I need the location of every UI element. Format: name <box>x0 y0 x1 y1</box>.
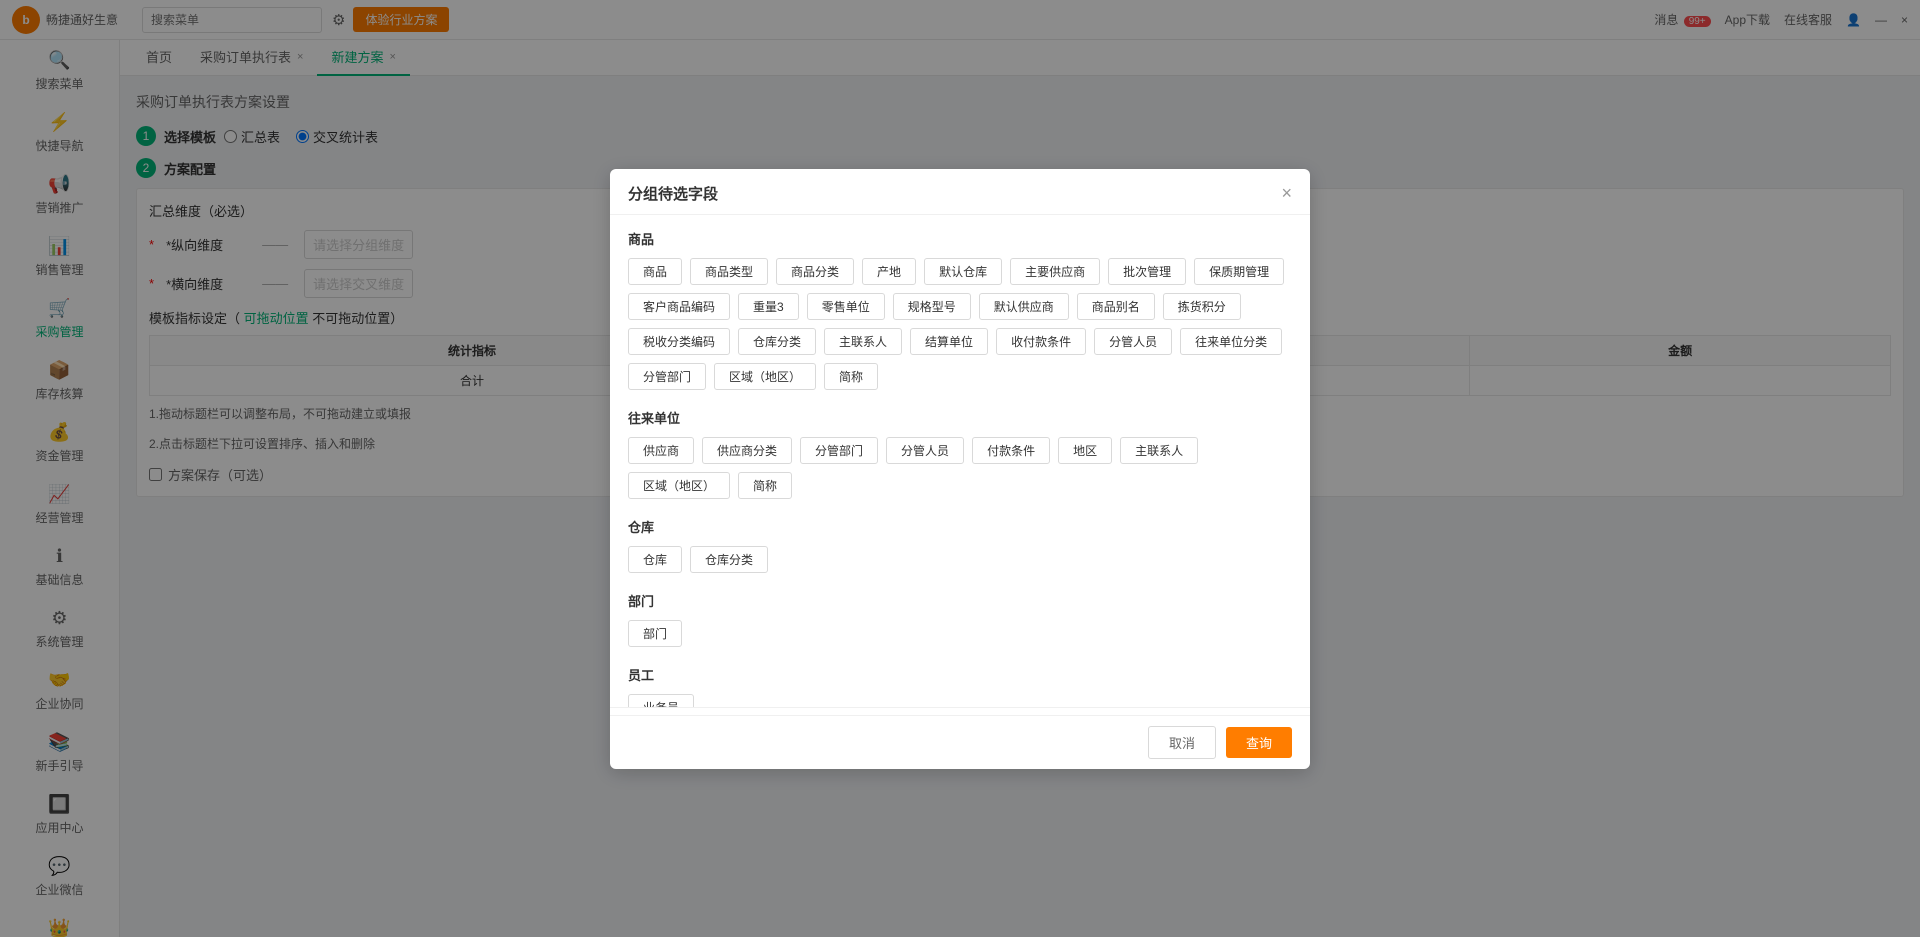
section-department-title: 部门 <box>628 591 1292 610</box>
tag-goods-4[interactable]: 默认仓库 <box>924 258 1002 285</box>
modal-footer: 取消 查询 <box>610 715 1310 769</box>
tag-goods-19[interactable]: 收付款条件 <box>996 328 1086 355</box>
tag-goods-21[interactable]: 往来单位分类 <box>1180 328 1282 355</box>
section-goods: 商品 商品 商品类型 商品分类 产地 默认仓库 主要供应商 批次管理 保质期管理… <box>628 229 1292 390</box>
tag-warehouse-0[interactable]: 仓库 <box>628 546 682 573</box>
tag-goods-18[interactable]: 结算单位 <box>910 328 988 355</box>
section-employee: 员工 业务员 <box>628 665 1292 707</box>
tag-goods-22[interactable]: 分管部门 <box>628 363 706 390</box>
tag-goods-20[interactable]: 分管人员 <box>1094 328 1172 355</box>
tag-goods-13[interactable]: 商品别名 <box>1077 293 1155 320</box>
tag-goods-8[interactable]: 客户商品编码 <box>628 293 730 320</box>
tag-goods-3[interactable]: 产地 <box>862 258 916 285</box>
tag-warehouse-1[interactable]: 仓库分类 <box>690 546 768 573</box>
modal-hscrollbar[interactable] <box>610 707 1310 715</box>
tag-goods-23[interactable]: 区域（地区） <box>714 363 816 390</box>
tag-goods-9[interactable]: 重量3 <box>738 293 799 320</box>
tag-goods-7[interactable]: 保质期管理 <box>1194 258 1284 285</box>
tag-goods-17[interactable]: 主联系人 <box>824 328 902 355</box>
tag-goods-24[interactable]: 简称 <box>824 363 878 390</box>
modal-hscroll-inner <box>610 708 1310 709</box>
section-partners-tags: 供应商 供应商分类 分管部门 分管人员 付款条件 地区 主联系人 区域（地区） … <box>628 437 1292 499</box>
tag-goods-12[interactable]: 默认供应商 <box>979 293 1069 320</box>
section-warehouse: 仓库 仓库 仓库分类 <box>628 517 1292 573</box>
tag-partner-7[interactable]: 区域（地区） <box>628 472 730 499</box>
tag-goods-1[interactable]: 商品类型 <box>690 258 768 285</box>
tag-partner-3[interactable]: 分管人员 <box>886 437 964 464</box>
tag-partner-0[interactable]: 供应商 <box>628 437 694 464</box>
tag-partner-8[interactable]: 简称 <box>738 472 792 499</box>
confirm-button[interactable]: 查询 <box>1226 727 1292 758</box>
section-goods-tags: 商品 商品类型 商品分类 产地 默认仓库 主要供应商 批次管理 保质期管理 客户… <box>628 258 1292 390</box>
section-employee-tags: 业务员 <box>628 694 1292 707</box>
tag-goods-0[interactable]: 商品 <box>628 258 682 285</box>
tag-goods-15[interactable]: 税收分类编码 <box>628 328 730 355</box>
modal-header: 分组待选字段 × <box>610 169 1310 215</box>
section-employee-title: 员工 <box>628 665 1292 684</box>
section-goods-title: 商品 <box>628 229 1292 248</box>
tag-goods-16[interactable]: 仓库分类 <box>738 328 816 355</box>
tag-goods-5[interactable]: 主要供应商 <box>1010 258 1100 285</box>
modal-title: 分组待选字段 <box>628 183 718 204</box>
section-department: 部门 部门 <box>628 591 1292 647</box>
tag-emp-0[interactable]: 业务员 <box>628 694 694 707</box>
tag-partner-2[interactable]: 分管部门 <box>800 437 878 464</box>
section-partners-title: 往来单位 <box>628 408 1292 427</box>
section-partners: 往来单位 供应商 供应商分类 分管部门 分管人员 付款条件 地区 主联系人 区域… <box>628 408 1292 499</box>
section-warehouse-title: 仓库 <box>628 517 1292 536</box>
tag-partner-6[interactable]: 主联系人 <box>1120 437 1198 464</box>
field-select-modal: 分组待选字段 × 商品 商品 商品类型 商品分类 产地 默认仓库 主要供应商 批… <box>610 169 1310 769</box>
section-department-tags: 部门 <box>628 620 1292 647</box>
tag-partner-4[interactable]: 付款条件 <box>972 437 1050 464</box>
section-warehouse-tags: 仓库 仓库分类 <box>628 546 1292 573</box>
tag-partner-5[interactable]: 地区 <box>1058 437 1112 464</box>
modal-close-button[interactable]: × <box>1281 184 1292 202</box>
tag-dept-0[interactable]: 部门 <box>628 620 682 647</box>
tag-goods-14[interactable]: 拣货积分 <box>1163 293 1241 320</box>
tag-goods-6[interactable]: 批次管理 <box>1108 258 1186 285</box>
modal-body: 商品 商品 商品类型 商品分类 产地 默认仓库 主要供应商 批次管理 保质期管理… <box>610 215 1310 707</box>
cancel-button[interactable]: 取消 <box>1148 726 1216 759</box>
tag-partner-1[interactable]: 供应商分类 <box>702 437 792 464</box>
tag-goods-2[interactable]: 商品分类 <box>776 258 854 285</box>
tag-goods-10[interactable]: 零售单位 <box>807 293 885 320</box>
modal-overlay: 分组待选字段 × 商品 商品 商品类型 商品分类 产地 默认仓库 主要供应商 批… <box>0 0 1920 937</box>
tag-goods-11[interactable]: 规格型号 <box>893 293 971 320</box>
